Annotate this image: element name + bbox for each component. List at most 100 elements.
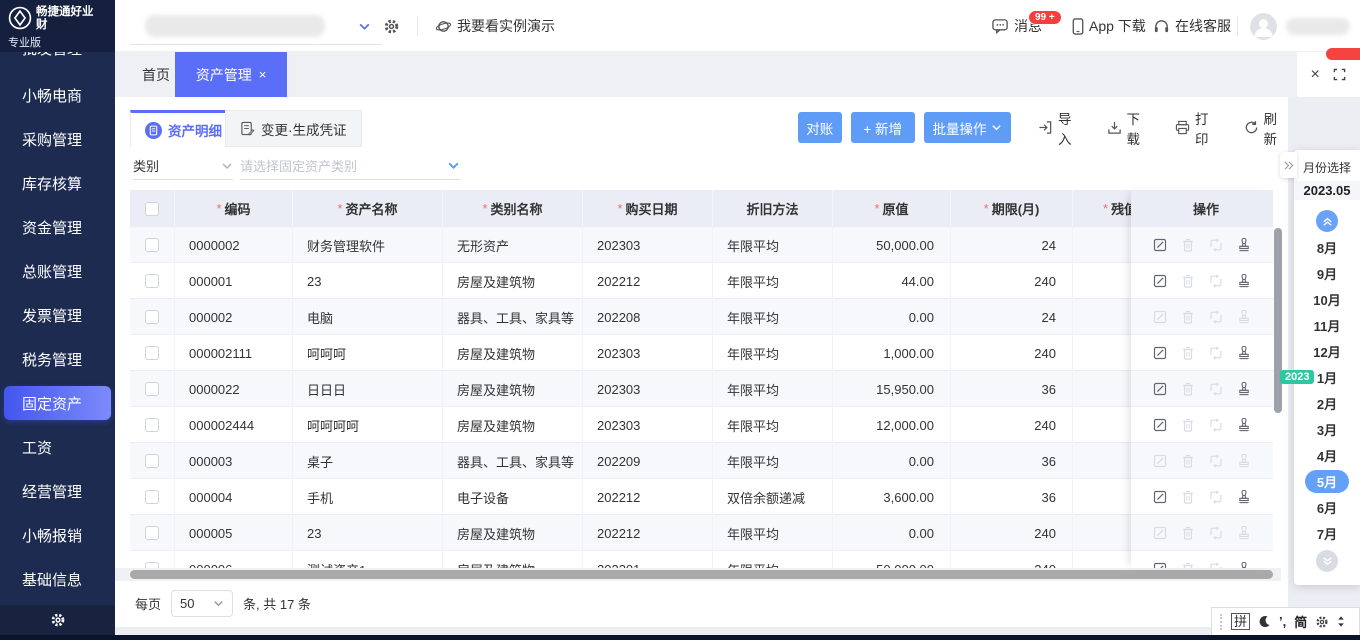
cell-value: 000002444 [189, 417, 255, 433]
cell-value: 0.00 [908, 525, 934, 541]
row-checkbox[interactable] [145, 346, 159, 360]
sidebar-item-3[interactable]: 采购管理 [0, 117, 115, 161]
sidebar-item-9[interactable]: 固定资产 [4, 386, 111, 420]
tab-asset-detail[interactable]: 资产明细 [130, 110, 237, 147]
row-checkbox[interactable] [145, 382, 159, 396]
month-item-6月[interactable]: 6月 [1294, 494, 1360, 520]
month-item-label: 5月 [1304, 469, 1350, 493]
stamp-icon[interactable] [1237, 345, 1251, 360]
cell-value: 36 [1041, 489, 1056, 505]
per-page-value: 50 [180, 595, 195, 611]
edit-icon[interactable] [1153, 490, 1167, 504]
ime-punctuation-icon[interactable]: ’, [1279, 614, 1286, 629]
transfer-icon [1209, 561, 1223, 568]
sidebar-item-11[interactable]: 经营管理 [0, 469, 115, 513]
download-button[interactable]: 下载 [1107, 108, 1152, 148]
tab-asset-management[interactable]: 资产管理 × [175, 52, 287, 97]
cell-months: 240 [951, 515, 1073, 551]
cell-value: 50,000.00 [876, 237, 934, 253]
edit-icon[interactable] [1153, 274, 1167, 288]
row-checkbox[interactable] [145, 490, 159, 504]
month-item-9月[interactable]: 9月 [1294, 260, 1360, 286]
stamp-icon[interactable] [1237, 417, 1251, 432]
per-page-select[interactable]: 50 [171, 589, 234, 617]
edit-icon[interactable] [1153, 562, 1167, 568]
month-item-8月[interactable]: 8月 [1294, 234, 1360, 260]
table-header: * 编码 * 资产名称 * 类别名称 * 购买日期 折旧方法 * 原值 * 期限(月) * 残值 [130, 190, 1143, 227]
horizontal-scrollbar[interactable] [130, 570, 1273, 579]
messages-button[interactable]: 消息 [992, 0, 1042, 52]
edit-icon[interactable] [1153, 418, 1167, 432]
app-download-button[interactable]: App 下载 [1072, 0, 1146, 52]
sidebar-item-6[interactable]: 总账管理 [0, 249, 115, 293]
stamp-icon[interactable] [1237, 561, 1251, 568]
moon-icon[interactable] [1258, 615, 1271, 628]
cell-code: 0000002 [175, 227, 293, 263]
select-all-checkbox[interactable] [145, 201, 159, 216]
add-button[interactable]: + 新增 [850, 112, 915, 143]
month-item-10月[interactable]: 10月 [1294, 286, 1360, 312]
import-button[interactable]: 导入 [1038, 108, 1083, 148]
online-service-button[interactable]: 在线客服 [1153, 0, 1231, 52]
batch-actions-button[interactable]: 批量操作 [923, 112, 1012, 143]
demo-link[interactable]: 我要看实例演示 [435, 0, 555, 52]
row-checkbox[interactable] [145, 418, 159, 432]
cell-category: 电子设备 [443, 479, 583, 515]
month-item-12月[interactable]: 12月 [1294, 338, 1360, 364]
user-account[interactable] [1250, 0, 1350, 52]
stamp-icon[interactable] [1237, 237, 1251, 252]
ime-drag-handle[interactable] [1220, 613, 1223, 630]
month-item-7月[interactable]: 7月 [1294, 520, 1360, 546]
close-tab-icon[interactable]: × [259, 68, 267, 81]
tab-change-voucher[interactable]: 变更·生成凭证 [225, 110, 362, 147]
messages-badge: 99 + [1028, 10, 1062, 25]
month-item-11月[interactable]: 11月 [1294, 312, 1360, 338]
edit-icon[interactable] [1153, 238, 1167, 252]
fullscreen-icon[interactable] [1333, 68, 1346, 81]
sidebar-item-12[interactable]: 小畅报销 [0, 513, 115, 557]
ime-simplified-icon[interactable]: 简 [1294, 612, 1307, 631]
cell-value: 器具、工具、家具等 [457, 310, 575, 326]
ime-gear-icon[interactable] [1315, 615, 1329, 629]
demo-label: 我要看实例演示 [457, 18, 555, 34]
tab-change-voucher-label: 变更·生成凭证 [261, 122, 347, 138]
cell-category: 房屋及建筑物 [443, 551, 583, 568]
month-panel-collapse[interactable] [1280, 152, 1297, 178]
row-checkbox[interactable] [145, 526, 159, 540]
sidebar-item-5[interactable]: 资金管理 [0, 205, 115, 249]
sidebar-item-13[interactable]: 基础信息 [0, 557, 115, 601]
scroll-months-down-button[interactable] [1316, 550, 1338, 572]
edit-icon[interactable] [1153, 346, 1167, 360]
sidebar-item-8[interactable]: 税务管理 [0, 337, 115, 381]
cell-code: 000004 [175, 479, 293, 515]
row-checkbox[interactable] [145, 238, 159, 252]
ime-expand-icon[interactable] [1337, 615, 1345, 628]
row-checkbox[interactable] [145, 310, 159, 324]
refresh-button[interactable]: 刷新 [1244, 108, 1289, 148]
print-button[interactable]: 打印 [1175, 108, 1220, 148]
category-value-select[interactable]: 请选择固定资产类别 [240, 152, 460, 180]
scroll-months-up-button[interactable] [1316, 210, 1338, 232]
stamp-icon[interactable] [1237, 273, 1251, 288]
month-item-2月[interactable]: 2月 [1294, 390, 1360, 416]
month-item-4月[interactable]: 4月 [1294, 442, 1360, 468]
sidebar-item-7[interactable]: 发票管理 [0, 293, 115, 337]
sidebar-item-4[interactable]: 库存核算 [0, 161, 115, 205]
month-item-3月[interactable]: 3月 [1294, 416, 1360, 442]
category-filter-select[interactable]: 类别 [133, 152, 233, 180]
close-icon[interactable]: × [1311, 66, 1320, 84]
edit-icon[interactable] [1153, 382, 1167, 396]
sidebar-item-2[interactable]: 小畅电商 [0, 73, 115, 117]
reconcile-button[interactable]: 对账 [798, 112, 842, 143]
month-item-5月[interactable]: 5月 [1294, 468, 1360, 494]
row-checkbox[interactable] [145, 454, 159, 468]
topbar-gear[interactable] [383, 0, 400, 52]
promo-floater[interactable] [1326, 48, 1360, 60]
stamp-icon[interactable] [1237, 489, 1251, 504]
stamp-icon[interactable] [1237, 381, 1251, 396]
settings-gear-icon[interactable] [50, 612, 66, 628]
sidebar-item-10[interactable]: 工资 [0, 425, 115, 469]
row-checkbox[interactable] [145, 274, 159, 288]
ime-pinyin-icon[interactable]: 拼 [1231, 613, 1251, 630]
vertical-scrollbar[interactable] [1274, 228, 1282, 413]
